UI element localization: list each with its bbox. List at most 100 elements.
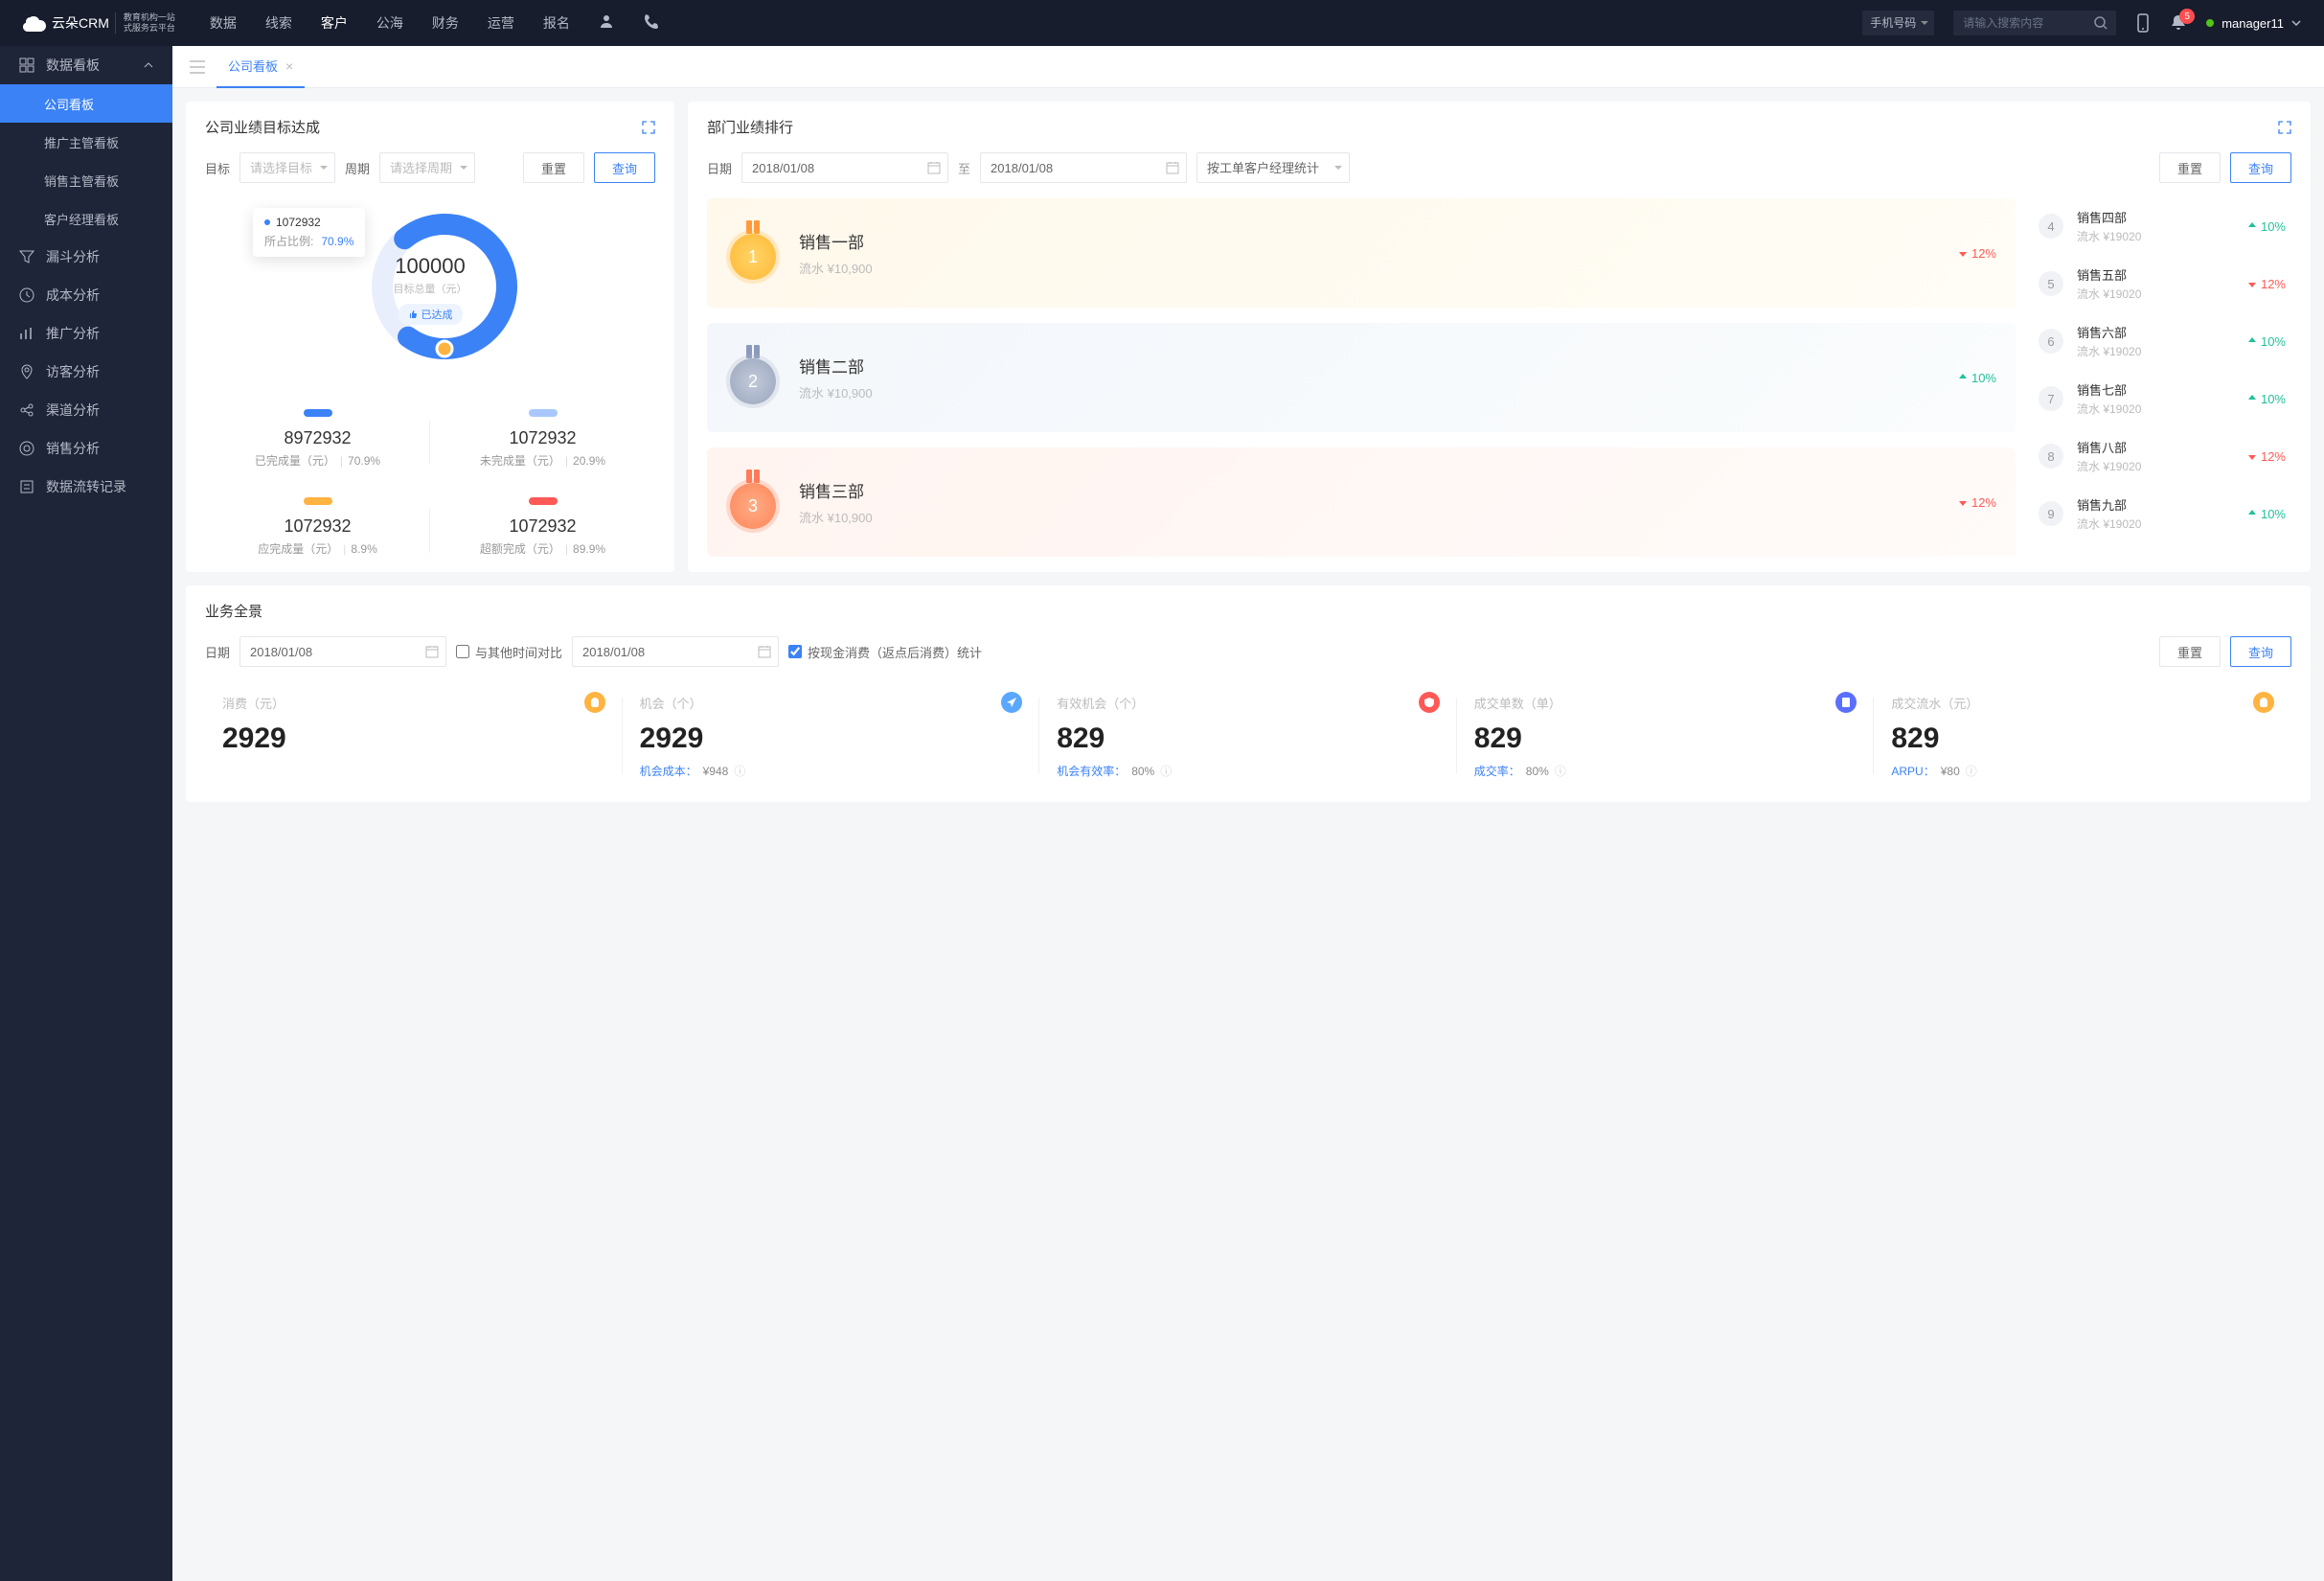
metric-sub: ARPU：¥80ⓘ [1891,763,2274,779]
mobile-icon[interactable] [2135,13,2151,33]
rank-row-name: 销售五部 [2077,265,2234,284]
donut-badge: 已达成 [399,304,463,325]
expand-icon[interactable] [642,121,655,134]
rank-row-change: 12% [2247,277,2286,291]
rank-top-item[interactable]: 2 销售二部 流水 ¥10,900 10% [707,323,2016,432]
nav-leads[interactable]: 线索 [265,13,292,33]
expand-icon[interactable] [2278,121,2291,134]
nav-phone-icon[interactable] [643,13,658,33]
rank-name: 销售一部 [799,229,1939,253]
sidebar-item-channel[interactable]: 渠道分析 [0,391,172,429]
rank-row-num: 8 [2039,444,2063,469]
rank-row-change: 10% [2247,334,2286,349]
menu-toggle[interactable] [180,55,215,80]
rank-row[interactable]: 7 销售七部 流水 ¥19020 10% [2033,371,2291,426]
rank-row[interactable]: 6 销售六部 流水 ¥19020 10% [2033,313,2291,369]
rank-query-button[interactable]: 查询 [2230,152,2291,183]
goal-cell: 1072932 超额完成（元）|89.9% [430,497,655,557]
nav-user-icon[interactable] [599,13,614,33]
nav-customers[interactable]: 客户 [321,13,348,33]
rank-row-num: 4 [2039,214,2063,239]
rank-row-num: 9 [2039,501,2063,526]
overview-date-1[interactable] [239,636,446,667]
nav-ops[interactable]: 运营 [488,13,514,33]
metric-card: 有效机会（个） 829 机会有效率：80%ⓘ [1039,684,1457,787]
tab-company-dashboard[interactable]: 公司看板 × [216,46,305,88]
search-type-wrap: 手机号码 [1862,11,1934,35]
nav-data[interactable]: 数据 [210,13,237,33]
goal-reset-button[interactable]: 重置 [523,152,584,183]
metric-icon [1001,692,1022,713]
metric-card: 机会（个） 2929 机会成本：¥948ⓘ [623,684,1040,787]
target-icon [19,441,34,456]
overview-title: 业务全景 [205,601,262,621]
goal-cell-num: 1072932 [430,516,655,537]
list-icon [19,479,34,494]
rank-row[interactable]: 8 销售八部 流水 ¥19020 12% [2033,428,2291,484]
metric-value: 829 [1474,722,1857,755]
goal-query-button[interactable]: 查询 [594,152,655,183]
sidebar-item-promo-mgr[interactable]: 推广主管看板 [0,123,172,161]
tabs-bar: 公司看板 × [172,46,2324,88]
rank-row-change: 10% [2247,219,2286,234]
sidebar: 数据看板 公司看板 推广主管看板 销售主管看板 客户经理看板 漏斗分析 成本分析… [0,46,172,1581]
metric-icon [584,692,605,713]
nav-public[interactable]: 公海 [376,13,403,33]
metric-title: 机会（个） [640,694,702,712]
goal-target-select[interactable]: 请选择目标 [239,152,335,183]
sidebar-item-cost[interactable]: 成本分析 [0,276,172,314]
bell-icon[interactable]: 5 [2170,14,2187,32]
rank-date-from[interactable] [741,152,948,183]
compare-checkbox[interactable]: 与其他时间对比 [456,643,562,661]
goal-period-label: 周期 [345,159,370,177]
sidebar-item-sales[interactable]: 销售分析 [0,429,172,468]
rank-row[interactable]: 4 销售四部 流水 ¥19020 10% [2033,198,2291,254]
goal-cell-sub: 未完成量（元）|20.9% [430,452,655,469]
rank-date-to[interactable] [980,152,1187,183]
donut-label: 目标总量（元） [310,281,550,296]
search-type-select[interactable]: 手机号码 [1862,11,1934,35]
sidebar-item-funnel[interactable]: 漏斗分析 [0,238,172,276]
search-input[interactable] [1953,11,2116,35]
rank-sub: 流水 ¥10,900 [799,383,1939,401]
goal-period-select[interactable]: 请选择周期 [379,152,475,183]
goal-cell-sub: 超额完成（元）|89.9% [430,540,655,557]
metric-title: 成交单数（单） [1474,694,1561,712]
metric-card: 成交单数（单） 829 成交率：80%ⓘ [1457,684,1875,787]
overview-reset-button[interactable]: 重置 [2159,636,2221,667]
sidebar-group-dashboard[interactable]: 数据看板 [0,46,172,84]
donut-value: 100000 [310,254,550,279]
tab-close[interactable]: × [285,58,293,74]
sidebar-item-visitor[interactable]: 访客分析 [0,353,172,391]
content: 公司业绩目标达成 目标 请选择目标 周期 请选择周期 重置 查询 [172,88,2324,815]
nav-signup[interactable]: 报名 [543,13,570,33]
cash-checkbox[interactable]: 按现金消费（返点后消费）统计 [788,643,982,661]
sidebar-item-sales-mgr[interactable]: 销售主管看板 [0,161,172,199]
sidebar-item-company[interactable]: 公司看板 [0,84,172,123]
rank-top-item[interactable]: 3 销售三部 流水 ¥10,900 12% [707,447,2016,557]
card-goal: 公司业绩目标达成 目标 请选择目标 周期 请选择周期 重置 查询 [186,102,674,572]
overview-date-2[interactable] [572,636,779,667]
goal-cell-sub: 已完成量（元）|70.9% [205,452,430,469]
rank-row[interactable]: 5 销售五部 流水 ¥19020 12% [2033,256,2291,311]
clock-icon [19,287,34,303]
card-overview: 业务全景 日期 与其他时间对比 按现金消费（返点后消费）统计 重置 查询 消费（… [186,585,2311,802]
rank-row-sub: 流水 ¥19020 [2077,458,2234,474]
rank-row-num: 7 [2039,386,2063,411]
dashboard-icon [19,57,34,73]
sidebar-item-promo[interactable]: 推广分析 [0,314,172,353]
sidebar-item-cust-mgr[interactable]: 客户经理看板 [0,199,172,238]
main: 公司看板 × 公司业绩目标达成 目标 请选择目标 周期 请选择周期 重置 查询 [172,46,2324,1581]
thumb-icon [408,309,418,319]
sidebar-item-flow[interactable]: 数据流转记录 [0,468,172,506]
user-menu[interactable]: manager11 [2206,16,2301,31]
rank-reset-button[interactable]: 重置 [2159,152,2221,183]
rank-stat-select[interactable]: 按工单客户经理统计 [1196,152,1350,183]
rank-row[interactable]: 9 销售九部 流水 ¥19020 10% [2033,486,2291,541]
share-icon [19,402,34,418]
rank-top-item[interactable]: 1 销售一部 流水 ¥10,900 12% [707,198,2016,308]
overview-date-label: 日期 [205,643,230,661]
overview-query-button[interactable]: 查询 [2230,636,2291,667]
rank-name: 销售三部 [799,478,1939,502]
nav-finance[interactable]: 财务 [432,13,459,33]
